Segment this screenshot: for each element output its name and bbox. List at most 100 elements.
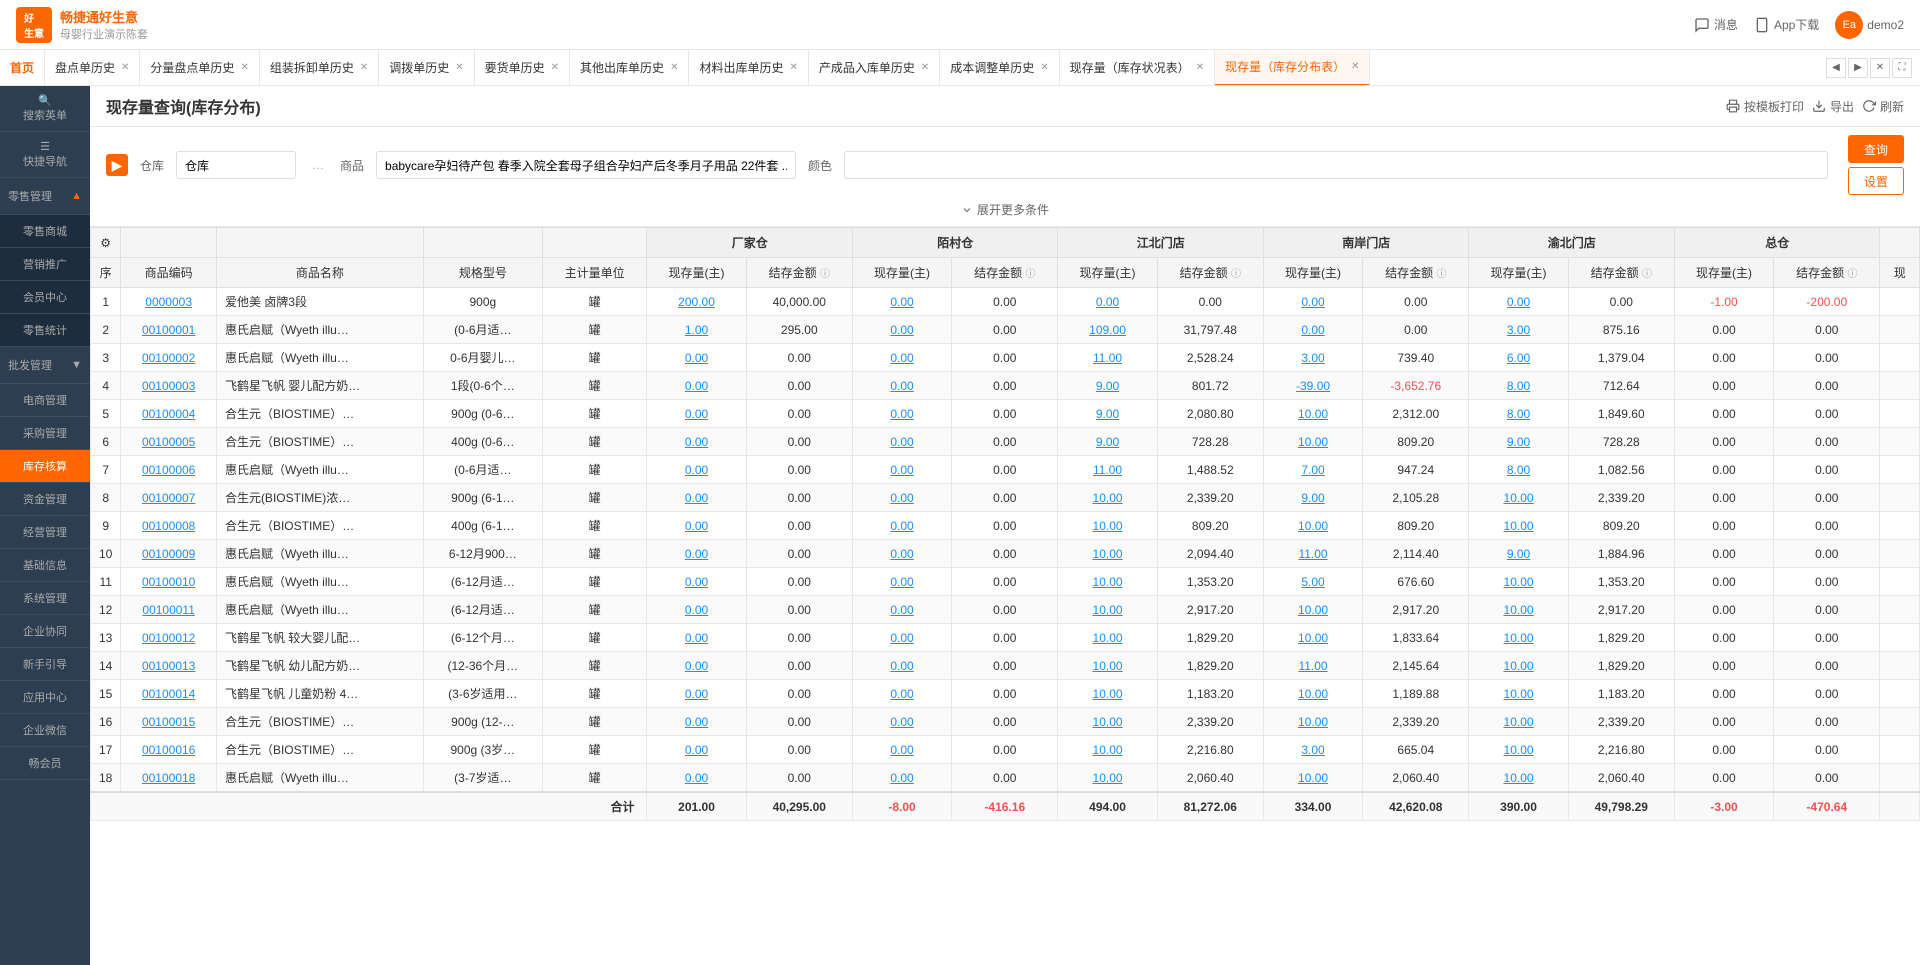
qty-link[interactable]: 109.00	[1089, 323, 1126, 337]
qty-link[interactable]: 0.00	[890, 379, 913, 393]
code-link[interactable]: 00100006	[142, 463, 195, 477]
tab-other-out[interactable]: 其他出库单历史 ✕	[570, 50, 689, 86]
info-icon[interactable]: ⓘ	[1436, 269, 1446, 280]
qty-link[interactable]: 10.00	[1298, 435, 1328, 449]
qty-link[interactable]: 0.00	[890, 491, 913, 505]
tab-spot1[interactable]: 盘点单历史 ✕	[45, 50, 140, 86]
code-link[interactable]: 00100008	[142, 519, 195, 533]
sidebar-item-operations[interactable]: 经营管理	[0, 516, 90, 549]
qty-link[interactable]: 9.00	[1301, 491, 1324, 505]
qty-link[interactable]: 10.00	[1093, 715, 1123, 729]
qty-link[interactable]: 10.00	[1504, 715, 1534, 729]
close-icon[interactable]: ✕	[1040, 62, 1048, 73]
qty-link[interactable]: 0.00	[685, 771, 708, 785]
qty-link[interactable]: 1.00	[685, 323, 708, 337]
close-icon[interactable]: ✕	[1351, 61, 1359, 72]
close-icon[interactable]: ✕	[1196, 62, 1204, 73]
app-download-btn[interactable]: App下载	[1754, 16, 1819, 33]
qty-link[interactable]: 0.00	[685, 463, 708, 477]
qty-link[interactable]: 0.00	[685, 435, 708, 449]
code-link[interactable]: 00100009	[142, 547, 195, 561]
tab-stock-status[interactable]: 现存量（库存状况表）✕	[1060, 50, 1215, 86]
qty-link[interactable]: 10.00	[1504, 575, 1534, 589]
nav-prev-btn[interactable]: ◀	[1826, 58, 1846, 78]
qty-link[interactable]: 0.00	[890, 659, 913, 673]
qty-link[interactable]: 0.00	[685, 603, 708, 617]
qty-link[interactable]: 0.00	[890, 463, 913, 477]
qty-link[interactable]: 0.00	[890, 351, 913, 365]
qty-link[interactable]: 0.00	[890, 407, 913, 421]
qty-link[interactable]: 9.00	[1096, 407, 1119, 421]
qty-link[interactable]: 11.00	[1093, 463, 1122, 477]
qty-link[interactable]: 7.00	[1301, 463, 1324, 477]
qty-link[interactable]: 10.00	[1298, 771, 1328, 785]
code-link[interactable]: 00100004	[142, 407, 195, 421]
qty-link[interactable]: 0.00	[685, 575, 708, 589]
close-icon[interactable]: ✕	[360, 62, 368, 73]
tab-order[interactable]: 要货单历史 ✕	[475, 50, 570, 86]
sidebar-item-nav[interactable]: ☰ 快捷导航	[0, 132, 90, 178]
sidebar-item-finance[interactable]: 资金管理	[0, 483, 90, 516]
info-icon[interactable]: ⓘ	[1847, 269, 1857, 280]
qty-link[interactable]: 3.00	[1507, 323, 1530, 337]
qty-link[interactable]: 0.00	[1301, 295, 1324, 309]
info-icon[interactable]: ⓘ	[820, 269, 830, 280]
tab-product-in[interactable]: 产成品入库单历史 ✕	[809, 50, 940, 86]
qty-link[interactable]: 0.00	[890, 435, 913, 449]
qty-link[interactable]: 9.00	[1096, 435, 1119, 449]
qty-link[interactable]: 10.00	[1298, 519, 1328, 533]
sidebar-item-system[interactable]: 系统管理	[0, 582, 90, 615]
qty-link[interactable]: 0.00	[685, 687, 708, 701]
qty-link[interactable]: 10.00	[1093, 491, 1123, 505]
qty-link[interactable]: 10.00	[1504, 631, 1534, 645]
color-input[interactable]	[844, 151, 1828, 179]
print-btn[interactable]: 按模板打印	[1726, 98, 1804, 115]
qty-link[interactable]: 0.00	[890, 687, 913, 701]
qty-link[interactable]: 0.00	[890, 631, 913, 645]
close-icon[interactable]: ✕	[789, 62, 797, 73]
qty-link[interactable]: 10.00	[1504, 659, 1534, 673]
qty-link[interactable]: 10.00	[1298, 715, 1328, 729]
qty-link[interactable]: 0.00	[890, 519, 913, 533]
qty-link[interactable]: 10.00	[1504, 743, 1534, 757]
info-icon[interactable]: ⓘ	[1642, 269, 1652, 280]
code-link[interactable]: 00100005	[142, 435, 195, 449]
tab-home[interactable]: 首页	[0, 50, 45, 86]
sidebar-item-purchase[interactable]: 采购管理	[0, 417, 90, 450]
close-icon[interactable]: ✕	[455, 62, 463, 73]
qty-link[interactable]: 10.00	[1093, 631, 1123, 645]
qty-link[interactable]: 10.00	[1093, 687, 1123, 701]
tab-material-out[interactable]: 材料出库单历史 ✕	[689, 50, 808, 86]
qty-link[interactable]: 0.00	[890, 771, 913, 785]
code-link[interactable]: 00100010	[142, 575, 195, 589]
sidebar-item-base-info[interactable]: 基础信息	[0, 549, 90, 582]
sidebar-item-enterprise[interactable]: 企业协同	[0, 615, 90, 648]
code-link[interactable]: 00100003	[142, 379, 195, 393]
tab-spot2[interactable]: 分量盘点单历史 ✕	[140, 50, 259, 86]
code-link[interactable]: 00100001	[142, 323, 195, 337]
qty-link[interactable]: 3.00	[1301, 351, 1324, 365]
expand-conditions-btn[interactable]: 展开更多条件	[961, 201, 1049, 218]
sidebar-item-app-center[interactable]: 应用中心	[0, 681, 90, 714]
qty-link[interactable]: 0.00	[685, 631, 708, 645]
qty-link[interactable]: 10.00	[1504, 687, 1534, 701]
close-icon[interactable]: ✕	[921, 62, 929, 73]
qty-link[interactable]: 0.00	[685, 379, 708, 393]
close-icon[interactable]: ✕	[240, 62, 248, 73]
qty-link[interactable]: 0.00	[890, 575, 913, 589]
qty-link[interactable]: 10.00	[1298, 687, 1328, 701]
qty-link[interactable]: 8.00	[1507, 407, 1530, 421]
qty-link[interactable]: 0.00	[685, 407, 708, 421]
qty-link[interactable]: 6.00	[1507, 351, 1530, 365]
code-link[interactable]: 00100007	[142, 491, 195, 505]
qty-link[interactable]: 0.00	[1096, 295, 1119, 309]
qty-link[interactable]: 10.00	[1093, 771, 1123, 785]
code-link[interactable]: 00100015	[142, 715, 195, 729]
qty-link[interactable]: 10.00	[1093, 547, 1123, 561]
qty-link[interactable]: 10.00	[1504, 491, 1534, 505]
sidebar-item-search[interactable]: 🔍 搜索英单	[0, 86, 90, 132]
qty-link[interactable]: 0.00	[1301, 323, 1324, 337]
sidebar-item-guide[interactable]: 新手引导	[0, 648, 90, 681]
qty-link[interactable]: 0.00	[890, 323, 913, 337]
sidebar-item-enterprise-wx[interactable]: 企业微信	[0, 714, 90, 747]
